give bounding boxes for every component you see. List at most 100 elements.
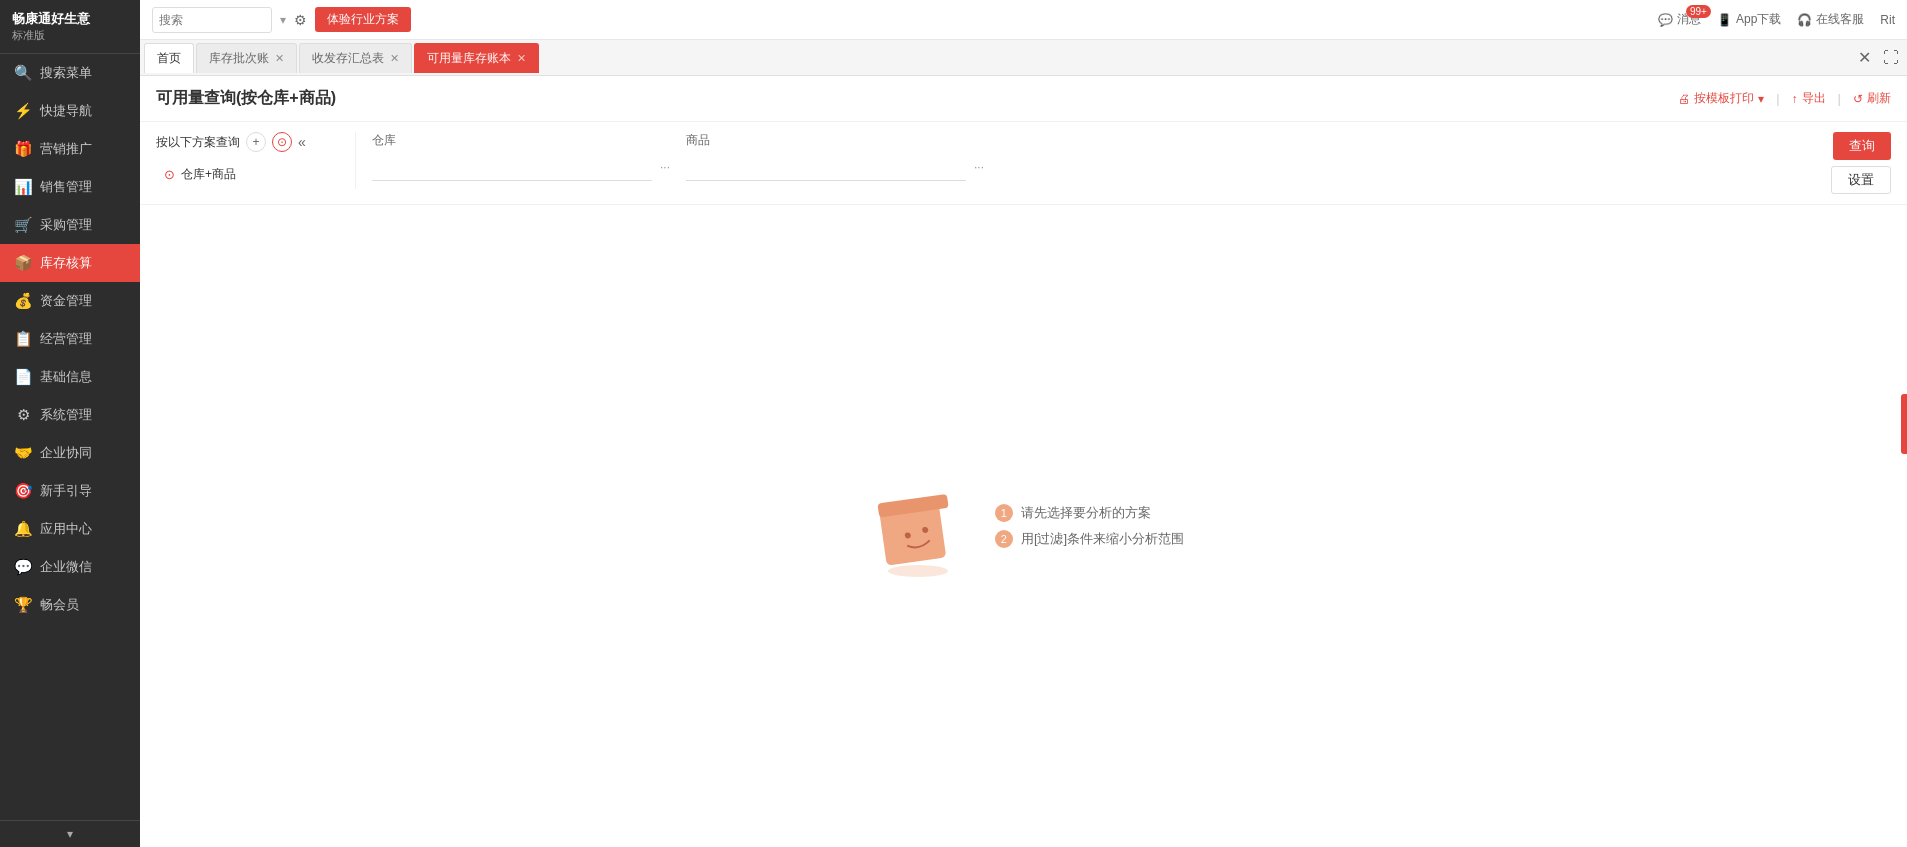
- tabs-bar: 首页 库存批次账 ✕ 收发存汇总表 ✕ 可用量库存账本 ✕ ✕ ⛶: [140, 40, 1907, 76]
- sidebar-item-label: 企业协同: [40, 444, 92, 462]
- gear-icon[interactable]: ⚙: [294, 12, 307, 28]
- tab-available-stock[interactable]: 可用量库存账本 ✕: [414, 43, 539, 73]
- topbar-right: 💬 消息 99+ 📱 App下载 🎧 在线客服 Rit: [1658, 11, 1895, 28]
- sidebar-item-label: 营销推广: [40, 140, 92, 158]
- export-icon: ↑: [1792, 92, 1798, 106]
- sidebar-item-inventory[interactable]: 📦 库存核算: [0, 244, 140, 282]
- tab-controls: ✕ ⛶: [1854, 46, 1903, 69]
- tab-stock-summary[interactable]: 收发存汇总表 ✕: [299, 43, 412, 73]
- sidebar-item-finance[interactable]: 💰 资金管理: [0, 282, 140, 320]
- sidebar-item-member[interactable]: 🏆 畅会员: [0, 586, 140, 624]
- collapse-scheme-button[interactable]: «: [298, 134, 306, 150]
- print-template-button[interactable]: 🖨 按模板打印 ▾: [1678, 90, 1764, 107]
- search-input[interactable]: [152, 7, 272, 33]
- industry-solution-button[interactable]: 体验行业方案: [315, 7, 411, 32]
- collab-icon: 🤝: [14, 444, 32, 462]
- username-label: Rit: [1880, 13, 1895, 27]
- page-header-actions: 🖨 按模板打印 ▾ | ↑ 导出 | ↺ 刷新: [1678, 90, 1891, 107]
- chevron-down-icon[interactable]: ▾: [280, 13, 286, 27]
- member-icon: 🏆: [14, 596, 32, 614]
- sidebar-item-sales[interactable]: 📊 销售管理: [0, 168, 140, 206]
- product-ellipsis-icon[interactable]: ···: [970, 160, 988, 174]
- empty-step-2: 2 用[过滤]条件来缩小分析范围: [995, 530, 1184, 548]
- topbar: ▾ ⚙ 体验行业方案 💬 消息 99+ 📱 App下载 🎧 在线客服 Rit: [140, 0, 1907, 40]
- sidebar-item-management[interactable]: 📋 经营管理: [0, 320, 140, 358]
- app-edition: 标准版: [12, 28, 128, 43]
- sidebar: 畅康通好生意 标准版 🔍 搜索菜单 ⚡ 快捷导航 🎁 营销推广 📊 销售管理 🛒…: [0, 0, 140, 847]
- sidebar-item-collab[interactable]: 🤝 企业协同: [0, 434, 140, 472]
- filter-fields: 仓库 ··· 商品 ···: [356, 132, 1819, 181]
- message-badge: 99+: [1686, 5, 1711, 18]
- sidebar-item-search[interactable]: 🔍 搜索菜单: [0, 54, 140, 92]
- sidebar-header: 畅康通好生意 标准版: [0, 0, 140, 54]
- service-label: 在线客服: [1816, 11, 1864, 28]
- setting-button[interactable]: 设置: [1831, 166, 1891, 194]
- step-num-2: 2: [995, 530, 1013, 548]
- empty-state: 1 请先选择要分析的方案 2 用[过滤]条件来缩小分析范围: [140, 205, 1907, 847]
- tab-close-icon[interactable]: ✕: [390, 52, 399, 65]
- tab-home[interactable]: 首页: [144, 43, 194, 73]
- quicknav-icon: ⚡: [14, 102, 32, 120]
- refresh-button[interactable]: ↺ 刷新: [1853, 90, 1891, 107]
- tab-label: 收发存汇总表: [312, 50, 384, 67]
- sidebar-item-appcenter[interactable]: 🔔 应用中心: [0, 510, 140, 548]
- empty-illustration: [863, 476, 963, 576]
- empty-step-1: 1 请先选择要分析的方案: [995, 504, 1184, 522]
- filter-scheme-header: 按以下方案查询 + ⊙ «: [156, 132, 343, 152]
- sidebar-item-label: 基础信息: [40, 368, 92, 386]
- sidebar-item-basicinfo[interactable]: 📄 基础信息: [0, 358, 140, 396]
- warehouse-ellipsis-icon[interactable]: ···: [656, 160, 674, 174]
- export-button[interactable]: ↑ 导出: [1792, 90, 1826, 107]
- product-label: 商品: [686, 132, 988, 149]
- sidebar-collapse-btn[interactable]: ▾: [0, 820, 140, 847]
- sidebar-item-guide[interactable]: 🎯 新手引导: [0, 472, 140, 510]
- tab-close-icon[interactable]: ✕: [517, 52, 526, 65]
- user-menu[interactable]: Rit: [1880, 13, 1895, 27]
- message-button[interactable]: 💬 消息 99+: [1658, 11, 1701, 28]
- chevron-down-icon: ▾: [1758, 92, 1764, 106]
- empty-box-svg: [863, 476, 973, 586]
- query-button[interactable]: 查询: [1833, 132, 1891, 160]
- phone-icon: 📱: [1717, 13, 1732, 27]
- system-icon: ⚙: [14, 406, 32, 424]
- sidebar-item-system[interactable]: ⚙ 系统管理: [0, 396, 140, 434]
- refresh-icon: ↺: [1853, 92, 1863, 106]
- scheme-item-warehouse-product[interactable]: ⊙ 仓库+商品: [156, 160, 343, 189]
- inventory-icon: 📦: [14, 254, 32, 272]
- sidebar-item-purchase[interactable]: 🛒 采购管理: [0, 206, 140, 244]
- scheme-label: 按以下方案查询: [156, 134, 240, 151]
- sidebar-item-label: 经营管理: [40, 330, 92, 348]
- step-num-1: 1: [995, 504, 1013, 522]
- chevron-down-icon: ▾: [67, 827, 73, 841]
- purchase-icon: 🛒: [14, 216, 32, 234]
- sidebar-item-quicknav[interactable]: ⚡ 快捷导航: [0, 92, 140, 130]
- sidebar-item-label: 搜索菜单: [40, 64, 92, 82]
- print-template-label: 按模板打印: [1694, 90, 1754, 107]
- tab-label: 首页: [157, 50, 181, 67]
- page-title: 可用量查询(按仓库+商品): [156, 88, 336, 109]
- search-icon: 🔍: [14, 64, 32, 82]
- sidebar-item-label: 企业微信: [40, 558, 92, 576]
- page-content: 可用量查询(按仓库+商品) 🖨 按模板打印 ▾ | ↑ 导出 | ↺ 刷新: [140, 76, 1907, 847]
- basicinfo-icon: 📄: [14, 368, 32, 386]
- guide-icon: 🎯: [14, 482, 32, 500]
- scheme-icon: ⊙: [164, 167, 175, 182]
- filter-scheme-panel: 按以下方案查询 + ⊙ « ⊙ 仓库+商品: [156, 132, 356, 189]
- tab-close-icon[interactable]: ✕: [275, 52, 284, 65]
- app-download-label: App下载: [1736, 11, 1781, 28]
- scheme-settings-button[interactable]: ⊙: [272, 132, 292, 152]
- step-2-text: 用[过滤]条件来缩小分析范围: [1021, 530, 1184, 548]
- finance-icon: 💰: [14, 292, 32, 310]
- tab-label: 库存批次账: [209, 50, 269, 67]
- main-area: ▾ ⚙ 体验行业方案 💬 消息 99+ 📱 App下载 🎧 在线客服 Rit: [140, 0, 1907, 847]
- sidebar-item-marketing[interactable]: 🎁 营销推广: [0, 130, 140, 168]
- online-service-button[interactable]: 🎧 在线客服: [1797, 11, 1864, 28]
- expand-tab-button[interactable]: ⛶: [1879, 47, 1903, 69]
- close-tab-button[interactable]: ✕: [1854, 46, 1875, 69]
- app-download-button[interactable]: 📱 App下载: [1717, 11, 1781, 28]
- product-input[interactable]: [686, 153, 966, 181]
- add-scheme-button[interactable]: +: [246, 132, 266, 152]
- sidebar-item-wechat[interactable]: 💬 企业微信: [0, 548, 140, 586]
- warehouse-input[interactable]: [372, 153, 652, 181]
- tab-inventory-batch[interactable]: 库存批次账 ✕: [196, 43, 297, 73]
